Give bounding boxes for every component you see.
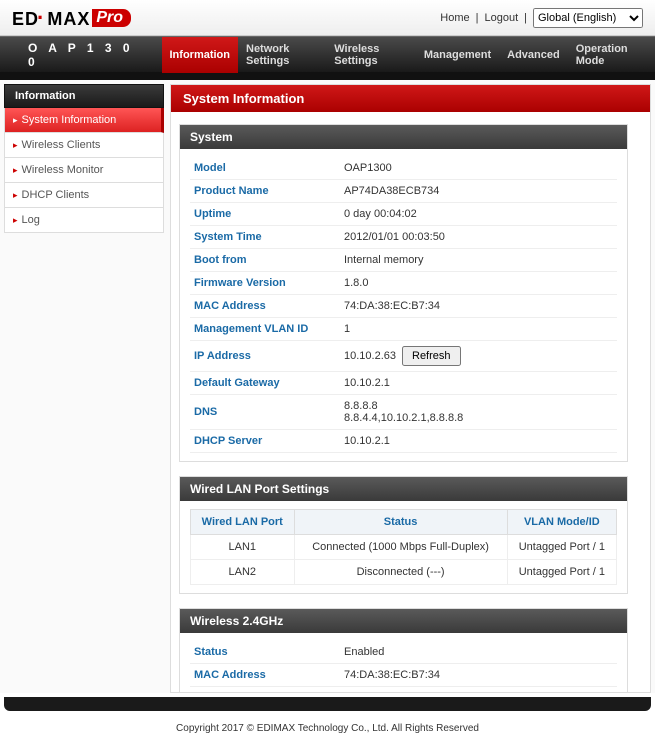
section-system: System ModelOAP1300Product NameAP74DA38E… [179,124,628,462]
nav-tab-operation-mode[interactable]: Operation Mode [568,37,651,73]
nav-tab-wireless-settings[interactable]: Wireless Settings [326,37,416,73]
wired-cell: LAN1 [191,535,295,560]
system-row: Uptime 0 day 00:04:02 [190,203,617,226]
system-value: 0 day 00:04:02 [340,203,617,226]
section-wired: Wired LAN Port Settings Wired LAN PortSt… [179,476,628,594]
system-value: 1.8.0 [340,272,617,295]
nav-tab-network-settings[interactable]: Network Settings [238,37,326,73]
system-key: DNS [190,395,340,430]
w24-row: StatusEnabled [190,641,617,664]
w24-key: Status [190,641,340,664]
nav-tab-management[interactable]: Management [416,37,499,73]
system-row: System Time2012/01/01 00:03:50 [190,226,617,249]
nav-tab-advanced[interactable]: Advanced [499,37,568,73]
w24-value: 74:DA:38:EC:B7:34 [340,664,617,687]
system-row: ModelOAP1300 [190,157,617,180]
wired-header: VLAN Mode/ID [507,510,616,535]
w24-key: Channel [190,687,340,693]
model-label: O A P 1 3 0 0 [4,41,162,69]
system-row: Boot fromInternal memory [190,249,617,272]
system-row: Product NameAP74DA38ECB734 [190,180,617,203]
system-key: IP Address [190,341,340,372]
w24-row: MAC Address74:DA:38:EC:B7:34 [190,664,617,687]
brand-text: ED·MAX [12,5,90,31]
system-key: Boot from [190,249,340,272]
section-wired-title: Wired LAN Port Settings [180,477,627,501]
sidebar: Information ▸System Information▸Wireless… [4,84,164,693]
main-panel: System Information System ModelOAP1300Pr… [170,84,651,693]
system-key: Firmware Version [190,272,340,295]
section-wireless24-title: Wireless 2.4GHz [180,609,627,633]
system-value: 8.8.8.88.8.4.4,10.10.2.1,8.8.8.8 [340,395,617,430]
system-value: 10.10.2.1 [340,372,617,395]
system-key: Default Gateway [190,372,340,395]
caret-right-icon: ▸ [13,215,18,225]
copyright: Copyright 2017 © EDIMAX Technology Co., … [0,715,655,742]
system-key: Model [190,157,340,180]
sidebar-item-wireless-monitor[interactable]: ▸Wireless Monitor [4,158,164,183]
logo: ED·MAX Pro [12,5,131,31]
system-key: Management VLAN ID [190,318,340,341]
system-row: Management VLAN ID1 [190,318,617,341]
section-wireless24: Wireless 2.4GHz StatusEnabledMAC Address… [179,608,628,692]
caret-right-icon: ▸ [13,115,18,125]
w24-row: ChannelCh 3 (Auto) [190,687,617,693]
system-value: 74:DA:38:EC:B7:34 [340,295,617,318]
w24-key: MAC Address [190,664,340,687]
wired-header: Status [294,510,507,535]
system-key: MAC Address [190,295,340,318]
home-link[interactable]: Home [440,12,469,24]
wired-row: LAN2Disconnected (---)Untagged Port / 1 [191,560,617,585]
system-value: Internal memory [340,249,617,272]
sidebar-item-wireless-clients[interactable]: ▸Wireless Clients [4,133,164,158]
sidebar-item-dhcp-clients[interactable]: ▸DHCP Clients [4,183,164,208]
footer-bar [4,697,651,711]
sidebar-title: Information [4,84,164,108]
language-select[interactable]: Global (English) [533,8,643,28]
page-title: System Information [171,85,650,112]
system-key: Uptime [190,203,340,226]
sidebar-item-system-information[interactable]: ▸System Information [4,108,164,133]
system-row: DNS8.8.8.88.8.4.4,10.10.2.1,8.8.8.8 [190,395,617,430]
system-key: System Time [190,226,340,249]
wired-cell: Connected (1000 Mbps Full-Duplex) [294,535,507,560]
logout-link[interactable]: Logout [484,12,518,24]
system-row: IP Address10.10.2.63Refresh [190,341,617,372]
nav-tab-information[interactable]: Information [162,37,239,73]
caret-right-icon: ▸ [13,140,18,150]
topbar: ED·MAX Pro Home | Logout | Global (Engli… [0,0,655,36]
system-value: 2012/01/01 00:03:50 [340,226,617,249]
system-row: Default Gateway10.10.2.1 [190,372,617,395]
system-key: DHCP Server [190,430,340,453]
system-value: 10.10.2.63Refresh [340,341,617,372]
refresh-button[interactable]: Refresh [402,346,461,366]
content-scroll[interactable]: System ModelOAP1300Product NameAP74DA38E… [171,112,650,692]
wired-cell: Disconnected (---) [294,560,507,585]
w24-value: Enabled [340,641,617,664]
caret-right-icon: ▸ [13,165,18,175]
system-value: 1 [340,318,617,341]
wired-cell: Untagged Port / 1 [507,535,616,560]
sidebar-item-log[interactable]: ▸Log [4,208,164,233]
wired-row: LAN1Connected (1000 Mbps Full-Duplex)Unt… [191,535,617,560]
system-value: AP74DA38ECB734 [340,180,617,203]
wired-header: Wired LAN Port [191,510,295,535]
system-value: 10.10.2.1 [340,430,617,453]
w24-value: Ch 3 (Auto) [340,687,617,693]
wired-cell: Untagged Port / 1 [507,560,616,585]
wired-cell: LAN2 [191,560,295,585]
system-row: MAC Address74:DA:38:EC:B7:34 [190,295,617,318]
system-row: Firmware Version1.8.0 [190,272,617,295]
system-key: Product Name [190,180,340,203]
caret-right-icon: ▸ [13,190,18,200]
system-row: DHCP Server10.10.2.1 [190,430,617,453]
brand-suffix: Pro [92,9,131,27]
top-links: Home | Logout | Global (English) [440,8,643,28]
system-value: OAP1300 [340,157,617,180]
navbar: O A P 1 3 0 0 InformationNetwork Setting… [0,36,655,72]
section-system-title: System [180,125,627,149]
